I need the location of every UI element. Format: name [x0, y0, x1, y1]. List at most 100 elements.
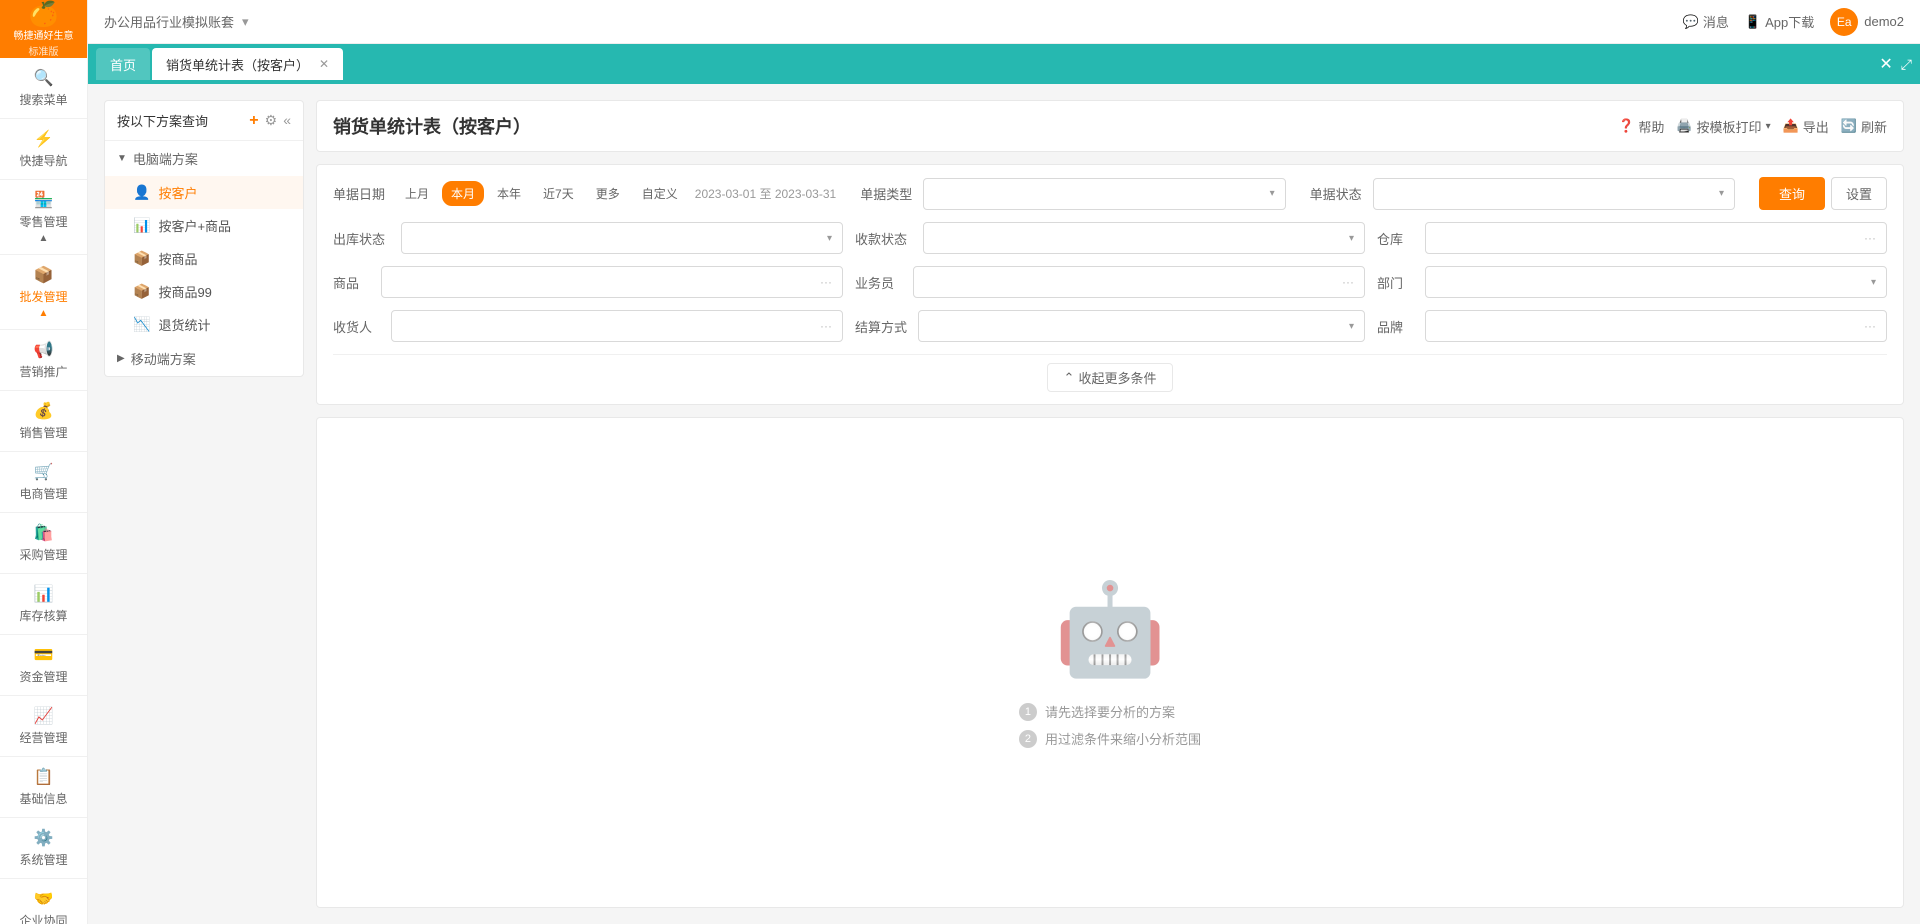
main-area: 办公用品行业模拟账套 ▾ 💬 消息 📱 App下载 Ea demo2 首页 销货…	[88, 0, 1920, 924]
collection-status-label: 收款状态	[855, 229, 915, 248]
hint-1-text: 请先选择要分析的方案	[1045, 702, 1175, 721]
sidebar-label-inventory: 库存核算	[0, 607, 88, 624]
refresh-icon: 🔄	[1841, 118, 1857, 134]
collapse-up-icon: ⌃	[1064, 370, 1075, 386]
sidebar-item-marketing[interactable]: 📢 营销推广	[0, 330, 88, 391]
avatar: Ea	[1830, 8, 1858, 36]
by-customer-icon: 👤	[133, 184, 150, 201]
date-tab-this-year[interactable]: 本年	[488, 181, 530, 206]
search-icon: 🔍	[0, 68, 88, 88]
sidebar-item-wholesale[interactable]: 📦 批发管理 ▲	[0, 255, 88, 330]
help-btn[interactable]: ❓ 帮助	[1618, 117, 1664, 136]
top-header: 办公用品行业模拟账套 ▾ 💬 消息 📱 App下载 Ea demo2	[88, 0, 1920, 44]
sidebar-item-basic[interactable]: 📋 基础信息	[0, 757, 88, 818]
breadcrumb-area: 办公用品行业模拟账套 ▾	[104, 12, 249, 31]
warehouse-filter: 仓库 ···	[1377, 222, 1887, 254]
out-status-select[interactable]: ▾	[401, 222, 843, 254]
app-download-btn[interactable]: 📱 App下载	[1745, 12, 1814, 31]
help-icon: ❓	[1618, 118, 1634, 134]
app-logo[interactable]: 🍊 畅捷通好生意 标准版	[0, 0, 88, 58]
export-btn[interactable]: 📤 导出	[1783, 117, 1829, 136]
goods-ellipsis: ···	[820, 275, 832, 289]
hint-2-text: 用过滤条件来缩小分析范围	[1045, 729, 1201, 748]
sidebar-label-wholesale: 批发管理	[0, 288, 88, 305]
goods-label: 商品	[333, 273, 373, 292]
recipient-ellipsis: ···	[820, 319, 832, 333]
sidebar-item-sales[interactable]: 💰 销售管理	[0, 391, 88, 452]
refresh-label: 刷新	[1861, 117, 1887, 136]
query-btn[interactable]: 查询	[1759, 177, 1825, 210]
order-type-control: ▾	[923, 178, 1285, 210]
goods-input[interactable]: ···	[381, 266, 843, 298]
message-btn[interactable]: 💬 消息	[1683, 12, 1729, 31]
group-arrow-pc: ▼	[117, 153, 127, 164]
order-type-arrow: ▾	[1270, 188, 1275, 199]
out-status-label: 出库状态	[333, 229, 393, 248]
sidebar-item-purchase[interactable]: 🛍️ 采购管理	[0, 513, 88, 574]
brand-label: 品牌	[1377, 317, 1417, 336]
sidebar-item-finance[interactable]: 💳 资金管理	[0, 635, 88, 696]
export-label: 导出	[1803, 117, 1829, 136]
scheme-item-return-stat[interactable]: 📉 退货统计	[105, 308, 303, 341]
tab-sales-stat-label: 销货单统计表（按客户）	[166, 55, 309, 74]
scheme-section: ▼ 电脑端方案 👤 按客户 📊 按客户+商品 📦	[105, 141, 303, 376]
recipient-input[interactable]: ···	[391, 310, 843, 342]
collapse-btn[interactable]: ⌃ 收起更多条件	[1047, 363, 1174, 392]
brand-input[interactable]: ···	[1425, 310, 1887, 342]
window-close-icon[interactable]: ✕	[1879, 54, 1892, 74]
tab-close-icon[interactable]: ✕	[319, 57, 329, 71]
scheme-item-label-return-stat: 退货统计	[158, 315, 210, 334]
scheme-group-pc-title[interactable]: ▼ 电脑端方案	[105, 141, 303, 176]
date-tab-last-month[interactable]: 上月	[396, 181, 438, 206]
user-menu[interactable]: Ea demo2	[1830, 8, 1904, 36]
order-status-select[interactable]: ▾	[1373, 178, 1735, 210]
tab-home[interactable]: 首页	[96, 48, 150, 80]
sidebar-item-retail[interactable]: 🏪 零售管理 ▲	[0, 180, 88, 255]
breadcrumb-dropdown-icon[interactable]: ▾	[242, 14, 249, 30]
collapse-panel-icon[interactable]: «	[283, 112, 291, 130]
goods-filter: 商品 ···	[333, 266, 843, 298]
scheme-item-by-customer[interactable]: 👤 按客户	[105, 176, 303, 209]
empty-hint-2: 2 用过滤条件来缩小分析范围	[1019, 729, 1201, 748]
add-scheme-icon[interactable]: +	[249, 112, 258, 130]
date-tab-custom[interactable]: 自定义	[633, 181, 687, 206]
template-print-btn[interactable]: 🖨️ 按模板打印 ▾	[1676, 117, 1770, 136]
scheme-item-by-customer-goods[interactable]: 📊 按客户+商品	[105, 209, 303, 242]
sidebar-item-ecom[interactable]: 🛒 电商管理	[0, 452, 88, 513]
order-type-select[interactable]: ▾	[923, 178, 1285, 210]
date-label: 单据日期	[333, 184, 388, 203]
quick-nav-icon: ⚡	[0, 129, 88, 149]
scheme-group-pc-content: 👤 按客户 📊 按客户+商品 📦 按商品 📦	[105, 176, 303, 341]
tab-sales-stat[interactable]: 销货单统计表（按客户） ✕	[152, 48, 343, 80]
department-select[interactable]: ▾	[1425, 266, 1887, 298]
sidebar-item-enterprise[interactable]: 🤝 企业协同	[0, 879, 88, 924]
out-status-filter: 出库状态 ▾	[333, 222, 843, 254]
scheme-item-by-goods[interactable]: 📦 按商品	[105, 242, 303, 275]
breadcrumb-text: 办公用品行业模拟账套	[104, 12, 234, 31]
tab-home-label: 首页	[110, 55, 136, 74]
scheme-item-by-goods-99[interactable]: 📦 按商品99	[105, 275, 303, 308]
date-tab-more[interactable]: 更多	[587, 181, 629, 206]
salesperson-input[interactable]: ···	[913, 266, 1365, 298]
window-maximize-icon[interactable]: ⤢	[1901, 56, 1912, 73]
date-tab-this-month[interactable]: 本月	[442, 181, 484, 206]
tab-bar: 首页 销货单统计表（按客户） ✕ ✕ ⤢	[88, 44, 1920, 84]
collection-status-select[interactable]: ▾	[923, 222, 1365, 254]
order-status-filter: 单据状态 ▾	[1310, 178, 1735, 210]
sidebar-item-system[interactable]: ⚙️ 系统管理	[0, 818, 88, 879]
scheme-item-label-by-customer: 按客户	[158, 183, 197, 202]
salesperson-ellipsis: ···	[1342, 275, 1354, 289]
sidebar-item-search[interactable]: 🔍 搜索菜单	[0, 58, 88, 119]
sidebar-label-purchase: 采购管理	[0, 546, 88, 563]
scheme-group-mobile-title[interactable]: ▶ 移动端方案	[105, 341, 303, 376]
sidebar-item-ops[interactable]: 📈 经营管理	[0, 696, 88, 757]
sidebar-item-inventory[interactable]: 📊 库存核算	[0, 574, 88, 635]
settlement-select[interactable]: ▾	[918, 310, 1365, 342]
sidebar-item-quick-nav[interactable]: ⚡ 快捷导航	[0, 119, 88, 180]
date-tab-last-7-days[interactable]: 近7天	[534, 181, 583, 206]
empty-hints: 1 请先选择要分析的方案 2 用过滤条件来缩小分析范围	[1019, 702, 1201, 748]
settings-btn[interactable]: 设置	[1831, 177, 1887, 210]
warehouse-input[interactable]: ···	[1425, 222, 1887, 254]
refresh-btn[interactable]: 🔄 刷新	[1841, 117, 1887, 136]
setting-scheme-icon[interactable]: ⚙	[265, 112, 278, 130]
